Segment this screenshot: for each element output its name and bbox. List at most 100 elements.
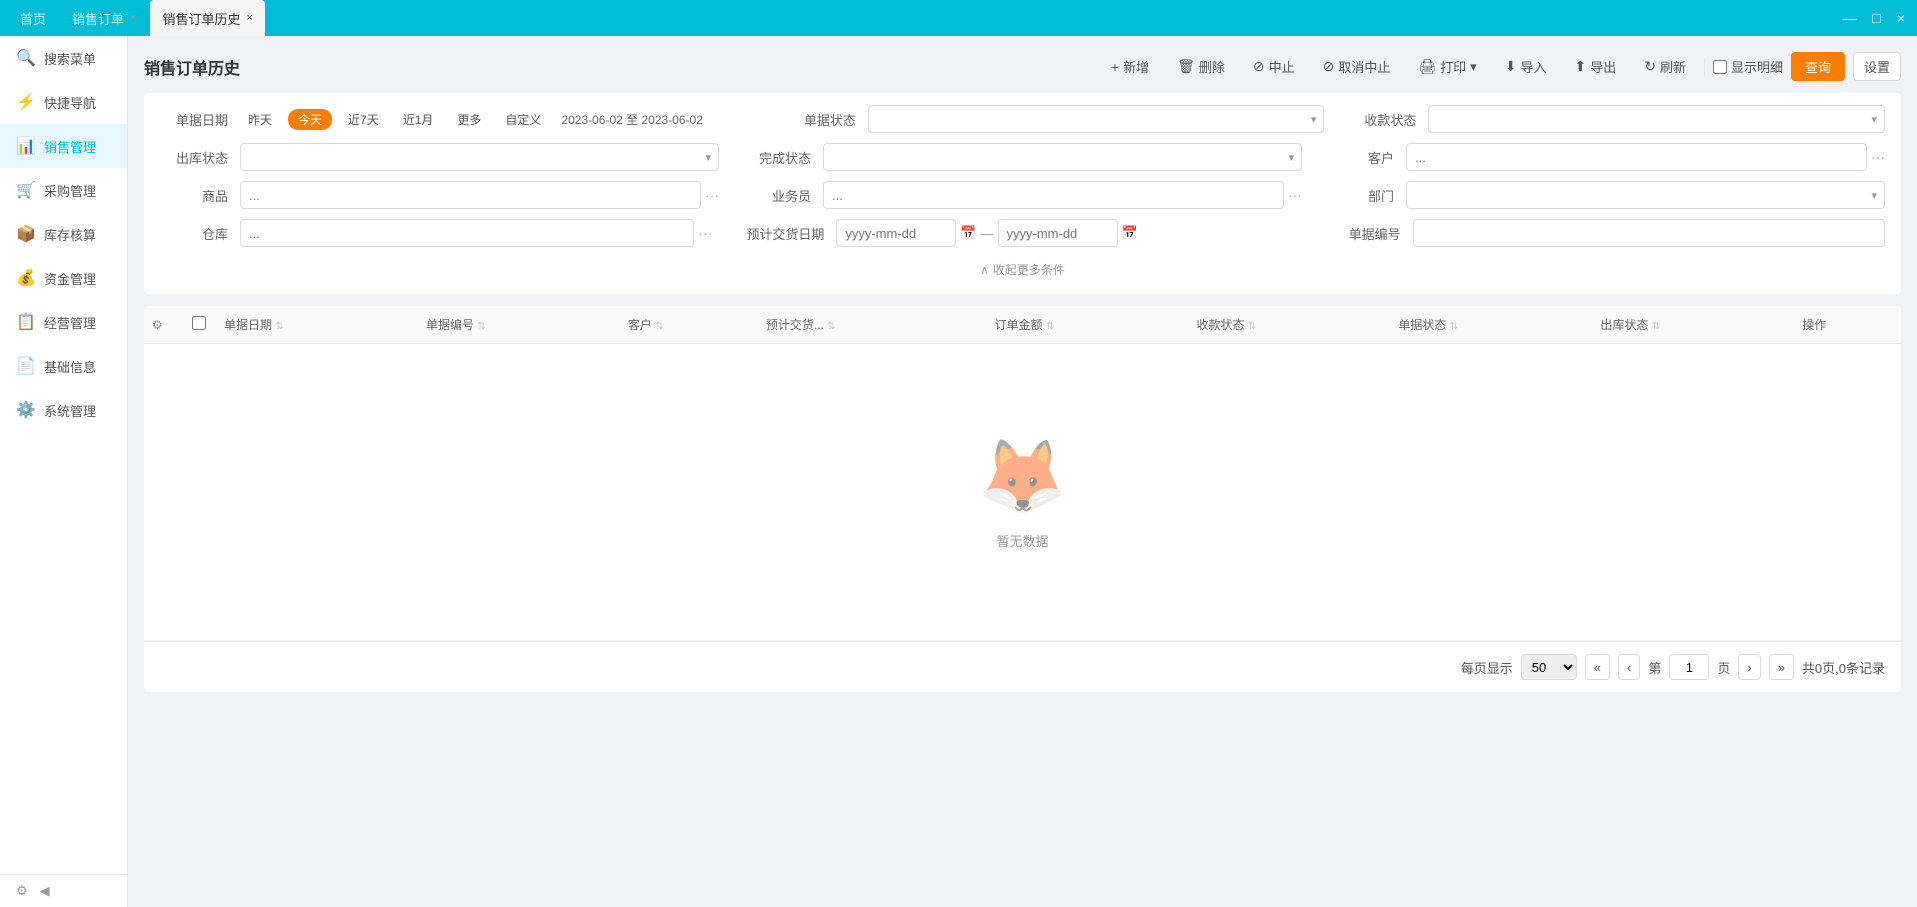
print-button[interactable]: 🖨 打印 ▾ [1408, 53, 1486, 80]
delete-button[interactable]: 🗑 删除 [1167, 53, 1235, 80]
sort-amount-icon: ⇅ [1046, 321, 1054, 332]
query-button[interactable]: 查询 [1791, 52, 1845, 81]
refresh-icon: ↻ [1644, 58, 1656, 75]
department-select[interactable] [1406, 181, 1885, 209]
sidebar-item-sales-mgmt[interactable]: 📊 销售管理 [0, 124, 127, 168]
sidebar-item-operations[interactable]: 📋 经营管理 [0, 300, 127, 344]
th-actions: 操作 [1794, 306, 1901, 344]
date-option-yesterday[interactable]: 昨天 [240, 109, 280, 130]
warehouse-dots-button[interactable]: ··· [698, 225, 712, 241]
stop-icon: ⊘ [1253, 58, 1265, 75]
th-order-status: 单据状态 ⇅ [1390, 306, 1592, 344]
th-date: 单据日期 ⇅ [216, 306, 418, 344]
tab-sales-order[interactable]: 销售订单 × [60, 0, 148, 36]
delivery-date-cal-end[interactable]: 📅 [1122, 225, 1138, 241]
next-page-button[interactable]: › [1738, 654, 1760, 680]
delivery-date-cal-start[interactable]: 📅 [960, 225, 976, 241]
basic-info-icon: 📄 [16, 356, 36, 376]
customer-dots-button[interactable]: ··· [1871, 149, 1885, 165]
sort-customer-button[interactable]: 客户 ⇅ [628, 318, 664, 332]
display-cols-checkbox-label[interactable]: 显示明细 [1713, 57, 1783, 76]
first-page-button[interactable]: « [1585, 654, 1610, 680]
empty-state-text: 暂无数据 [996, 531, 1048, 550]
sort-order-status-button[interactable]: 单据状态 ⇅ [1398, 318, 1458, 332]
operations-icon: 📋 [16, 312, 36, 332]
warehouse-input[interactable] [240, 219, 694, 247]
product-dots-button[interactable]: ··· [705, 187, 719, 203]
customer-label: 客户 [1326, 148, 1406, 167]
sidebar-item-basic-info[interactable]: 📄 基础信息 [0, 344, 127, 388]
page-number-input[interactable] [1669, 654, 1709, 680]
sort-date-button[interactable]: 单据日期 ⇅ [224, 318, 284, 332]
sidebar-item-inventory[interactable]: 📦 库存核算 [0, 212, 127, 256]
date-label: 单据日期 [160, 110, 240, 129]
delivery-date-end-input[interactable] [998, 219, 1118, 247]
sidebar-item-search-menu[interactable]: 🔍 搜索菜单 [0, 36, 127, 80]
sidebar-item-quick-nav[interactable]: ⚡ 快捷导航 [0, 80, 127, 124]
tab-home[interactable]: 首页 [8, 0, 58, 36]
date-option-1month[interactable]: 近1月 [395, 109, 442, 130]
tab-sales-order-history-close[interactable]: × [246, 12, 252, 24]
system-mgmt-icon: ⚙️ [16, 400, 36, 420]
product-input-wrapper: ··· [240, 181, 719, 209]
import-button[interactable]: ⬇ 导入 [1495, 53, 1557, 80]
select-all-checkbox[interactable] [192, 316, 206, 330]
sort-amount-button[interactable]: 订单金额 ⇅ [994, 318, 1054, 332]
sidebar-collapse-icon[interactable]: ◀ [40, 883, 50, 899]
table-settings-button[interactable]: ⚙ [152, 318, 163, 332]
sidebar-item-purchase-mgmt[interactable]: 🛒 采购管理 [0, 168, 127, 212]
last-page-button[interactable]: » [1769, 654, 1794, 680]
complete-status-select[interactable] [823, 143, 1302, 171]
sidebar-settings-icon[interactable]: ⚙ [16, 883, 28, 899]
payment-status-select[interactable] [1428, 105, 1885, 133]
sort-number-button[interactable]: 单据编号 ⇅ [426, 318, 486, 332]
order-number-input[interactable] [1413, 219, 1885, 247]
sidebar-item-basic-info-label: 基础信息 [44, 357, 96, 376]
minimize-button[interactable]: — [1838, 6, 1860, 30]
top-bar: 首页 销售订单 × 销售订单历史 × — □ × [0, 0, 1917, 36]
sales-mgmt-icon: 📊 [16, 136, 36, 156]
tab-sales-order-history[interactable]: 销售订单历史 × [150, 0, 264, 36]
ship-status-select[interactable] [240, 143, 719, 171]
date-option-more[interactable]: 更多 [449, 109, 489, 130]
sidebar-item-purchase-mgmt-label: 采购管理 [44, 181, 96, 200]
salesperson-input[interactable] [823, 181, 1284, 209]
delivery-date-separator: — [981, 226, 994, 241]
sidebar-item-system-mgmt[interactable]: ⚙️ 系统管理 [0, 388, 127, 432]
maximize-button[interactable]: □ [1868, 6, 1884, 30]
sort-payment-button[interactable]: 收款状态 ⇅ [1196, 318, 1256, 332]
date-option-7days[interactable]: 近7天 [340, 109, 387, 130]
sort-delivery-button[interactable]: 预计交货... ⇅ [766, 318, 836, 332]
first-page-icon: « [1594, 660, 1601, 675]
filter-row-4: 仓库 ··· 预计交货日期 📅 — 📅 单据编号 [160, 219, 1885, 247]
display-cols-checkbox[interactable] [1713, 60, 1727, 74]
new-label: 新增 [1123, 57, 1149, 76]
stop-button[interactable]: ⊘ 中止 [1243, 53, 1305, 80]
export-button[interactable]: ⬆ 导出 [1564, 53, 1626, 80]
settings-button[interactable]: 设置 [1853, 52, 1901, 81]
date-option-custom[interactable]: 自定义 [497, 109, 549, 130]
department-label: 部门 [1326, 186, 1406, 205]
sidebar-item-finance[interactable]: 💰 资金管理 [0, 256, 127, 300]
new-button[interactable]: + 新增 [1101, 53, 1159, 80]
sort-payment-icon: ⇅ [1248, 321, 1256, 332]
collapse-row[interactable]: ∧ 收起更多条件 [160, 257, 1885, 282]
date-option-today[interactable]: 今天 [288, 109, 332, 130]
window-close-button[interactable]: × [1893, 6, 1909, 30]
order-status-select[interactable] [868, 105, 1325, 133]
prev-page-button[interactable]: ‹ [1618, 654, 1640, 680]
customer-input[interactable] [1406, 143, 1867, 171]
new-icon: + [1111, 59, 1119, 75]
sort-number-icon: ⇅ [477, 321, 485, 332]
product-input[interactable] [240, 181, 701, 209]
th-number-label: 单据编号 [426, 318, 474, 332]
tab-sales-order-close[interactable]: × [130, 12, 136, 24]
last-page-icon: » [1778, 660, 1785, 675]
sidebar-item-operations-label: 经营管理 [44, 313, 96, 332]
page-size-select[interactable]: 50 10 20 100 [1521, 654, 1577, 680]
refresh-button[interactable]: ↻ 刷新 [1634, 53, 1696, 80]
delivery-date-start-input[interactable] [836, 219, 956, 247]
sort-ship-button[interactable]: 出库状态 ⇅ [1600, 318, 1660, 332]
salesperson-dots-button[interactable]: ··· [1288, 187, 1302, 203]
cancel-stop-button[interactable]: ⊘ 取消中止 [1313, 53, 1401, 80]
